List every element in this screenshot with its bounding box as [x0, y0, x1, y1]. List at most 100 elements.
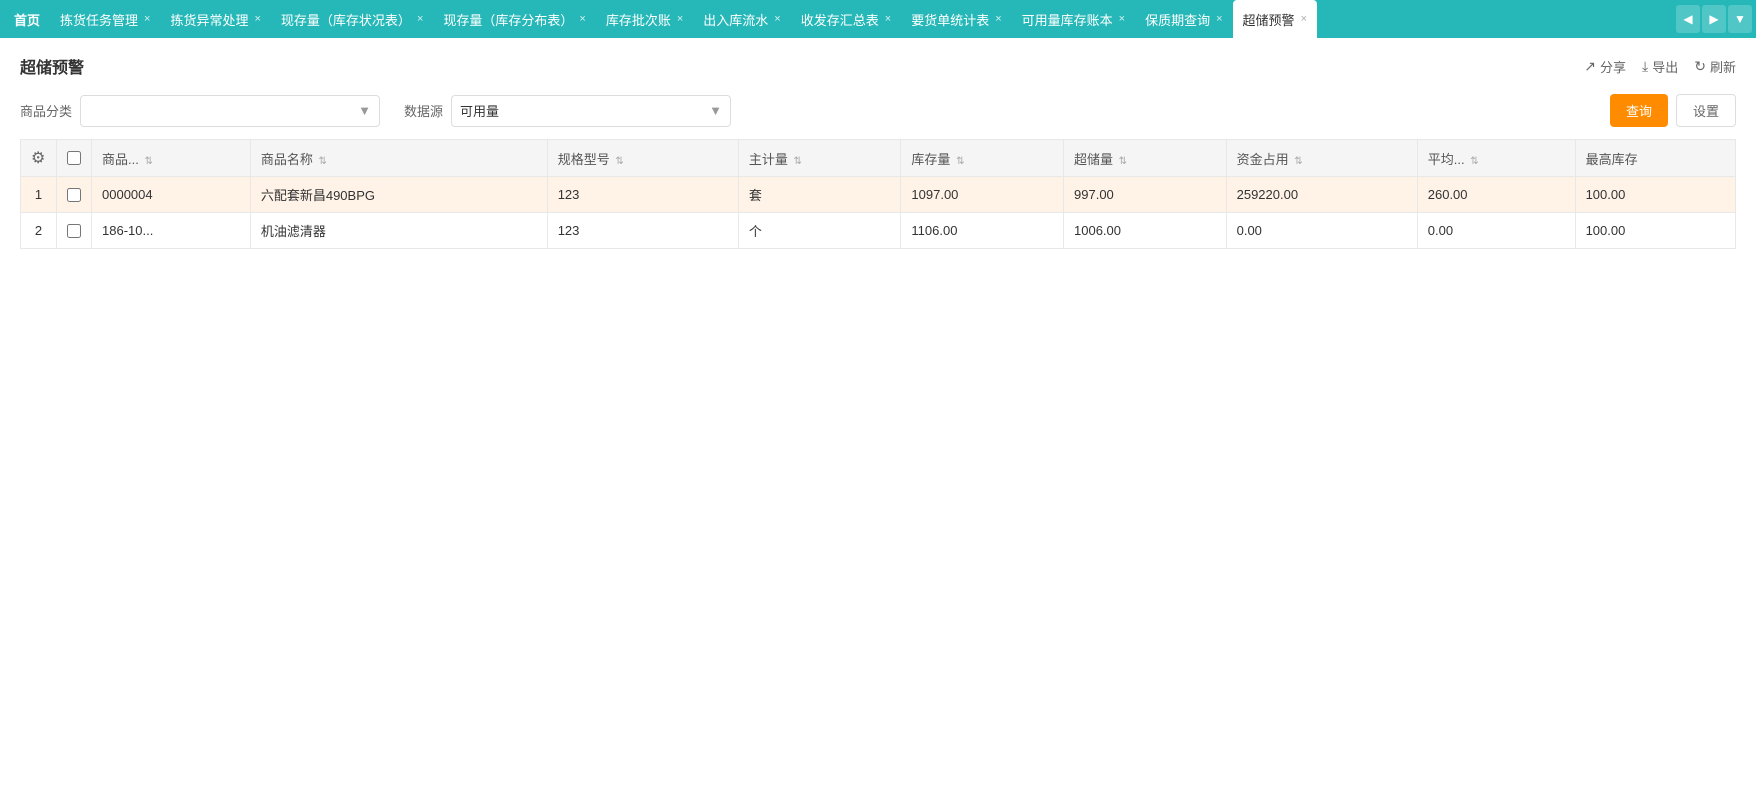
category-chevron-icon: ▼	[358, 103, 371, 118]
row-checkbox-1[interactable]	[57, 177, 92, 213]
col-header-checkbox[interactable]	[57, 140, 92, 177]
select-all-checkbox[interactable]	[67, 151, 81, 165]
header-actions: ↗ 分享 ⤓ 导出 ↻ 刷新	[1584, 57, 1736, 76]
close-tab-3[interactable]: ×	[417, 13, 423, 25]
row-name-2: 机油滤清器	[250, 213, 547, 249]
page-title: 超储预警	[20, 54, 84, 78]
row-unit-2: 个	[738, 213, 901, 249]
nav-tab-1[interactable]: 拣货任务管理 ×	[50, 0, 160, 38]
export-button[interactable]: ⤓ 导出	[1642, 57, 1678, 76]
close-tab-8[interactable]: ×	[995, 13, 1001, 25]
row-name-1: 六配套新昌490BPG	[250, 177, 547, 213]
sort-spec-icon: ⇅	[615, 156, 623, 167]
datasource-label: 数据源	[404, 101, 443, 120]
sort-code-icon: ⇅	[144, 156, 152, 167]
sort-overstock-icon: ⇅	[1119, 156, 1127, 167]
nav-tab-4[interactable]: 现存量（库存分布表） ×	[433, 0, 595, 38]
row-unit-1: 套	[738, 177, 901, 213]
nav-prev-button[interactable]: ◀	[1676, 5, 1700, 33]
close-tab-4[interactable]: ×	[579, 13, 585, 25]
gear-icon: ⚙	[31, 150, 45, 167]
refresh-button[interactable]: ↻ 刷新	[1694, 57, 1736, 76]
row-maxstock-1: 100.00	[1575, 177, 1735, 213]
col-header-spec[interactable]: 规格型号 ⇅	[547, 140, 738, 177]
close-tab-9[interactable]: ×	[1119, 13, 1125, 25]
close-tab-7[interactable]: ×	[885, 13, 891, 25]
close-tab-5[interactable]: ×	[677, 13, 683, 25]
table-row: 2 186-10... 机油滤清器 123 个 1106.00 1006.00 …	[21, 213, 1736, 249]
sort-unit-icon: ⇅	[793, 156, 801, 167]
row-checkbox-2[interactable]	[57, 213, 92, 249]
filter-actions: 查询 设置	[1610, 94, 1736, 127]
col-header-capital[interactable]: 资金占用 ⇅	[1226, 140, 1417, 177]
sort-capital-icon: ⇅	[1294, 156, 1302, 167]
nav-tab-6[interactable]: 出入库流水 ×	[693, 0, 790, 38]
row-code-1: 0000004	[92, 177, 251, 213]
nav-home[interactable]: 首页	[4, 0, 50, 38]
nav-next-button[interactable]: ▶	[1702, 5, 1726, 33]
row-num-1: 1	[21, 177, 57, 213]
nav-tab-11[interactable]: 超储预警 ×	[1233, 0, 1317, 38]
row-num-2: 2	[21, 213, 57, 249]
nav-tab-3[interactable]: 现存量（库存状况表） ×	[271, 0, 433, 38]
share-icon: ↗	[1584, 58, 1596, 75]
row-select-1[interactable]	[67, 188, 81, 202]
sort-stock-icon: ⇅	[956, 156, 964, 167]
filter-row: 商品分类 ▼ 数据源 可用量 ▼ 查询 设置	[20, 94, 1736, 127]
row-stock-2: 1106.00	[901, 213, 1064, 249]
table-row: 1 0000004 六配套新昌490BPG 123 套 1097.00 997.…	[21, 177, 1736, 213]
row-overstock-2: 1006.00	[1064, 213, 1227, 249]
page-header: 超储预警 ↗ 分享 ⤓ 导出 ↻ 刷新	[20, 54, 1736, 78]
nav-tab-8[interactable]: 要货单统计表 ×	[901, 0, 1011, 38]
col-header-settings[interactable]: ⚙	[21, 140, 57, 177]
filter-datasource: 数据源 可用量 ▼	[404, 95, 731, 127]
top-nav: 首页 拣货任务管理 × 拣货异常处理 × 现存量（库存状况表） × 现存量（库存…	[0, 0, 1756, 38]
datasource-value: 可用量	[460, 101, 499, 120]
datasource-select[interactable]: 可用量 ▼	[451, 95, 731, 127]
col-header-stock[interactable]: 库存量 ⇅	[901, 140, 1064, 177]
col-header-maxstock[interactable]: 最高库存	[1575, 140, 1735, 177]
row-avg-1: 260.00	[1417, 177, 1575, 213]
close-tab-1[interactable]: ×	[144, 13, 150, 25]
nav-tab-10[interactable]: 保质期查询 ×	[1135, 0, 1232, 38]
col-header-avg[interactable]: 平均... ⇅	[1417, 140, 1575, 177]
close-tab-11[interactable]: ×	[1301, 13, 1307, 25]
export-icon: ⤓	[1642, 58, 1648, 75]
table-header-row: ⚙ 商品... ⇅ 商品名称 ⇅ 规格型号 ⇅	[21, 140, 1736, 177]
col-header-unit[interactable]: 主计量 ⇅	[738, 140, 901, 177]
row-code-2: 186-10...	[92, 213, 251, 249]
close-tab-10[interactable]: ×	[1216, 13, 1222, 25]
row-maxstock-2: 100.00	[1575, 213, 1735, 249]
nav-arrows: ◀ ▶ ▼	[1676, 5, 1752, 33]
col-header-name[interactable]: 商品名称 ⇅	[250, 140, 547, 177]
row-capital-1: 259220.00	[1226, 177, 1417, 213]
settings-button[interactable]: 设置	[1676, 94, 1736, 127]
close-tab-2[interactable]: ×	[254, 13, 260, 25]
row-select-2[interactable]	[67, 224, 81, 238]
category-label: 商品分类	[20, 101, 72, 120]
refresh-icon: ↻	[1694, 58, 1706, 75]
datasource-chevron-icon: ▼	[709, 103, 722, 118]
query-button[interactable]: 查询	[1610, 94, 1668, 127]
sort-name-icon: ⇅	[318, 156, 326, 167]
nav-tab-7[interactable]: 收发存汇总表 ×	[791, 0, 901, 38]
share-button[interactable]: ↗ 分享	[1584, 57, 1626, 76]
category-select[interactable]: ▼	[80, 95, 380, 127]
page-content: 超储预警 ↗ 分享 ⤓ 导出 ↻ 刷新 商品分类 ▼ 数据源	[0, 38, 1756, 800]
col-header-overstock[interactable]: 超储量 ⇅	[1064, 140, 1227, 177]
row-stock-1: 1097.00	[901, 177, 1064, 213]
nav-tab-9[interactable]: 可用量库存账本 ×	[1012, 0, 1135, 38]
nav-more-button[interactable]: ▼	[1728, 5, 1752, 33]
row-avg-2: 0.00	[1417, 213, 1575, 249]
row-spec-2: 123	[547, 213, 738, 249]
row-spec-1: 123	[547, 177, 738, 213]
row-capital-2: 0.00	[1226, 213, 1417, 249]
close-tab-6[interactable]: ×	[774, 13, 780, 25]
col-header-code[interactable]: 商品... ⇅	[92, 140, 251, 177]
sort-avg-icon: ⇅	[1470, 156, 1478, 167]
nav-tab-5[interactable]: 库存批次账 ×	[596, 0, 693, 38]
row-overstock-1: 997.00	[1064, 177, 1227, 213]
filter-category: 商品分类 ▼	[20, 95, 380, 127]
nav-tab-2[interactable]: 拣货异常处理 ×	[160, 0, 270, 38]
data-table: ⚙ 商品... ⇅ 商品名称 ⇅ 规格型号 ⇅	[20, 139, 1736, 249]
